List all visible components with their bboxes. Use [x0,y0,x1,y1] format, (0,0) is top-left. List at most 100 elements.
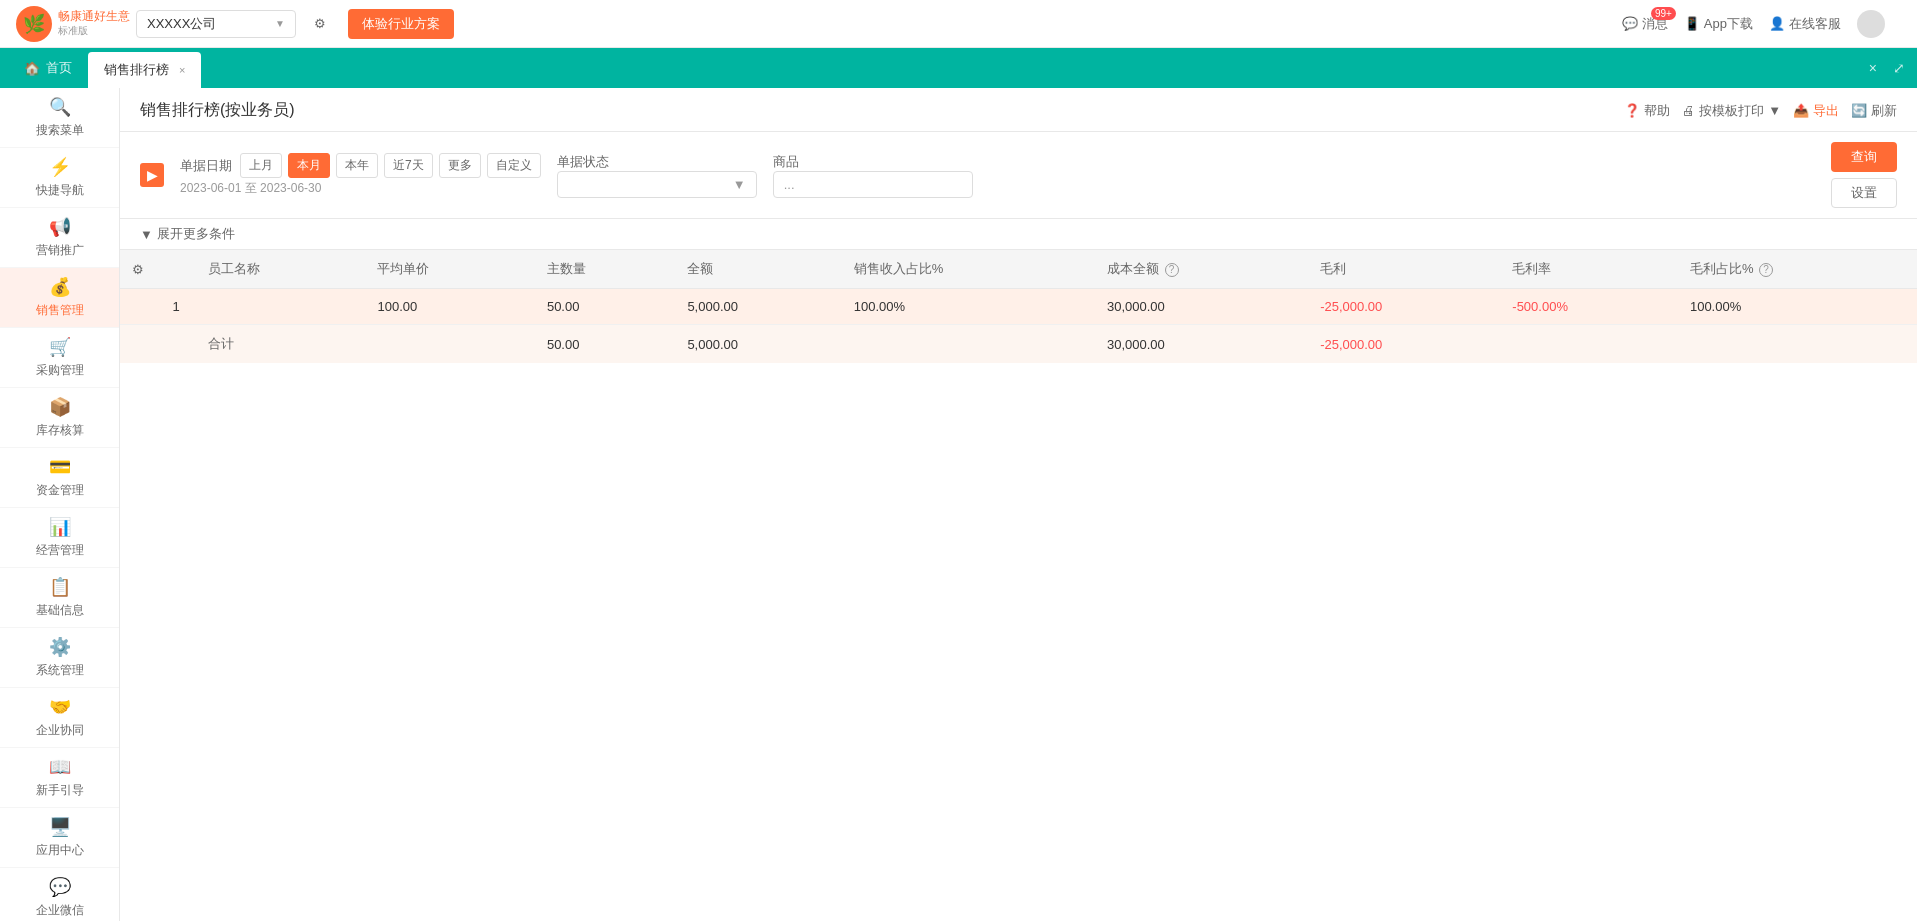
trial-button[interactable]: 体验行业方案 [348,9,454,39]
col-amount: 全额 [675,250,841,289]
col-gross-rate: 毛利率 [1500,250,1678,289]
footer-amount: 5,000.00 [675,325,841,364]
help-button[interactable]: ❓ 帮助 [1624,102,1670,120]
sidebar-label-search: 搜索菜单 [36,122,84,139]
date-btn-7days[interactable]: 近7天 [384,153,433,178]
filter-expand-arrow[interactable]: ▶ [140,163,164,187]
top-header: 🌿 畅康通好生意 标准版 XXXXX公司 ▼ ⚙ 体验行业方案 💬 消息 99+… [0,0,1917,48]
table-footer-row: 合计 50.00 5,000.00 30,000.00 -25,000.00 [120,325,1917,364]
page-title: 销售排行榜(按业务员) [140,100,295,121]
sidebar-label-sales: 销售管理 [36,302,84,319]
sidebar-item-basics[interactable]: 📋 基础信息 [0,568,119,628]
tab-home[interactable]: 🏠 首页 [8,48,88,88]
tab-expand-icon[interactable]: ⤢ [1889,56,1909,80]
sidebar-label-collab: 企业协同 [36,722,84,739]
footer-avg-price [365,325,534,364]
status-chevron-icon: ▼ [733,177,746,192]
sidebar-item-finance[interactable]: 💳 资金管理 [0,448,119,508]
refresh-icon: 🔄 [1851,103,1867,118]
column-settings-button[interactable]: 设置 [1831,178,1897,208]
sidebar-item-nav[interactable]: ⚡ 快捷导航 [0,148,119,208]
header-right: 💬 消息 99+ 📱 App下载 👤 在线客服 [1622,10,1901,38]
gross-pct-help-icon[interactable]: ? [1759,263,1773,277]
sidebar-item-search[interactable]: 🔍 搜索菜单 [0,88,119,148]
expand-conditions-row: ▼ 展开更多条件 [120,219,1917,250]
tab-close-all-icon[interactable]: × [1865,56,1881,80]
status-select[interactable]: ▼ [557,171,757,198]
sidebar-item-collab[interactable]: 🤝 企业协同 [0,688,119,748]
date-btn-last-month[interactable]: 上月 [240,153,282,178]
cell-cost: 30,000.00 [1095,289,1308,325]
sidebar-item-sales[interactable]: 💰 销售管理 [0,268,119,328]
sidebar-item-marketing[interactable]: 📢 营销推广 [0,208,119,268]
col-gross-pct: 毛利占比% ? [1678,250,1917,289]
sidebar-label-system: 系统管理 [36,662,84,679]
goods-filter-label: 商品 [773,153,799,171]
cost-help-icon[interactable]: ? [1165,263,1179,277]
footer-gross: -25,000.00 [1308,325,1500,364]
sidebar-label-wechat: 企业微信 [36,902,84,919]
sidebar-item-wechat[interactable]: 💬 企业微信 [0,868,119,921]
query-button[interactable]: 查询 [1831,142,1897,172]
wechat-icon: 💬 [49,876,71,898]
settings-icon[interactable]: ⚙ [304,8,336,40]
cell-settings [120,289,156,325]
sidebar-item-guide[interactable]: 📖 新手引导 [0,748,119,808]
guide-icon: 📖 [49,756,71,778]
app-download-button[interactable]: 📱 App下载 [1684,15,1753,33]
export-button[interactable]: 📤 导出 [1793,102,1839,120]
date-btn-custom[interactable]: 自定义 [487,153,541,178]
sidebar-item-system[interactable]: ⚙️ 系统管理 [0,628,119,688]
sidebar-item-inventory[interactable]: 📦 库存核算 [0,388,119,448]
sales-ranking-table: ⚙ 员工名称 平均单价 主数量 全额 销售收入占比% 成本全额 ? 毛利 [120,250,1917,363]
footer-label: 合计 [196,325,365,364]
date-filter-group: 单据日期 上月 本月 本年 近7天 更多 自定义 2023-06-01 至 20… [180,153,541,197]
footer-qty: 50.00 [535,325,675,364]
app-label: App下载 [1704,15,1753,33]
status-filter-label: 单据状态 [557,153,609,171]
sidebar-label-finance: 资金管理 [36,482,84,499]
message-badge: 99+ [1651,7,1676,20]
col-qty: 主数量 [535,250,675,289]
cell-employee [196,289,365,325]
message-button[interactable]: 💬 消息 99+ [1622,15,1668,33]
tab-close-icon[interactable]: × [179,64,185,76]
footer-gross-pct [1678,325,1917,364]
date-btn-this-year[interactable]: 本年 [336,153,378,178]
content-area: 销售排行榜(按业务员) ❓ 帮助 🖨 按模板打印 ▼ 📤 导出 🔄 刷新 [120,88,1917,921]
main-wrapper: 🔍 搜索菜单 ⚡ 快捷导航 📢 营销推广 💰 销售管理 🛒 采购管理 📦 库存核… [0,88,1917,921]
tab-bar: 🏠 首页 销售排行榜 × × ⤢ [0,48,1917,88]
col-settings-icon[interactable]: ⚙ [132,262,144,277]
company-selector[interactable]: XXXXX公司 ▼ [136,10,296,38]
template-print-button[interactable]: 🖨 按模板打印 ▼ [1682,102,1781,120]
col-settings: ⚙ [120,250,156,289]
template-print-label: 按模板打印 [1699,102,1764,120]
sidebar-label-operations: 经营管理 [36,542,84,559]
sidebar-item-apps[interactable]: 🖥️ 应用中心 [0,808,119,868]
nav-icon: ⚡ [49,156,71,178]
online-service-button[interactable]: 👤 在线客服 [1769,15,1841,33]
cell-rank: 1 [156,289,196,325]
sidebar-label-marketing: 营销推广 [36,242,84,259]
goods-placeholder: ... [784,177,795,192]
date-btn-more[interactable]: 更多 [439,153,481,178]
cell-gross: -25,000.00 [1308,289,1500,325]
col-gross: 毛利 [1308,250,1500,289]
cell-gross-rate: -500.00% [1500,289,1678,325]
cell-sales-pct: 100.00% [842,289,1095,325]
sidebar-label-apps: 应用中心 [36,842,84,859]
date-btn-this-month[interactable]: 本月 [288,153,330,178]
refresh-button[interactable]: 🔄 刷新 [1851,102,1897,120]
expand-conditions-button[interactable]: ▼ 展开更多条件 [140,225,235,243]
col-sales-pct: 销售收入占比% [842,250,1095,289]
company-name: XXXXX公司 [147,15,269,33]
goods-input[interactable]: ... [773,171,973,198]
tab-sales-ranking[interactable]: 销售排行榜 × [88,52,201,88]
avatar [1857,10,1885,38]
sidebar-item-purchase[interactable]: 🛒 采购管理 [0,328,119,388]
sidebar-item-operations[interactable]: 📊 经营管理 [0,508,119,568]
export-icon: 📤 [1793,103,1809,118]
finance-icon: 💳 [49,456,71,478]
service-icon: 👤 [1769,16,1785,31]
date-range: 2023-06-01 至 2023-06-30 [180,180,321,197]
